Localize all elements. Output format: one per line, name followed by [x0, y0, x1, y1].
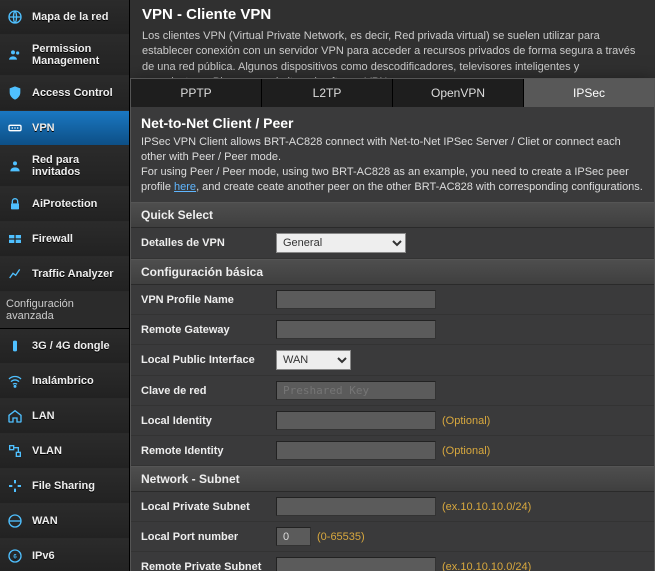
- home-icon: [6, 407, 24, 425]
- tab-ipsec[interactable]: IPSec: [524, 79, 654, 107]
- select-vpn-details[interactable]: General: [276, 233, 406, 253]
- label-local-port: Local Port number: [141, 531, 276, 543]
- user-group-icon: [6, 46, 24, 64]
- label-vpn-details: Detalles de VPN: [141, 237, 276, 249]
- here-link[interactable]: here: [174, 181, 196, 193]
- shield-check-icon: [6, 84, 24, 102]
- input-remote-gateway[interactable]: [276, 320, 436, 339]
- sidebar-item-traffic-analyzer[interactable]: Traffic Analyzer: [0, 257, 129, 292]
- ipsec-config-panel: PPTP L2TP OpenVPN IPSec Net-to-Net Clien…: [130, 78, 655, 571]
- sidebar-item-label: Traffic Analyzer: [32, 268, 114, 280]
- sidebar-item-permission[interactable]: Permission Management: [0, 35, 129, 76]
- input-remote-private-subnet[interactable]: [276, 557, 436, 571]
- firewall-icon: [6, 230, 24, 248]
- panel-heading: Net-to-Net Client / Peer: [131, 107, 654, 133]
- sidebar-item-wan[interactable]: WAN: [0, 504, 129, 539]
- sidebar-item-lan[interactable]: LAN: [0, 399, 129, 434]
- ipv6-icon: 6: [6, 547, 24, 565]
- panel-text: IPSec VPN Client allows BRT-AC828 connec…: [131, 133, 654, 202]
- sidebar-item-label: Firewall: [32, 233, 73, 245]
- sidebar-item-label: IPv6: [32, 550, 55, 562]
- label-profile-name: VPN Profile Name: [141, 294, 276, 306]
- subhead-basic: Configuración básica: [131, 259, 654, 285]
- input-profile-name[interactable]: [276, 290, 436, 309]
- tab-openvpn[interactable]: OpenVPN: [393, 79, 524, 107]
- analytics-icon: [6, 265, 24, 283]
- lock-icon: [6, 195, 24, 213]
- hint-optional: (Optional): [442, 445, 490, 457]
- label-local-identity: Local Identity: [141, 415, 276, 427]
- sidebar-item-vpn[interactable]: VPN: [0, 111, 129, 146]
- subhead-network-subnet: Network - Subnet: [131, 466, 654, 492]
- globe-icon: [6, 8, 24, 26]
- sidebar-section-advanced: Configuración avanzada: [0, 292, 129, 329]
- label-remote-identity: Remote Identity: [141, 445, 276, 457]
- sidebar-item-label: VLAN: [32, 445, 62, 457]
- sidebar-item-wireless[interactable]: Inalámbrico: [0, 364, 129, 399]
- vlan-icon: [6, 442, 24, 460]
- sidebar-item-3g4g[interactable]: 3G / 4G dongle: [0, 329, 129, 364]
- sidebar-item-label: Permission Management: [32, 43, 123, 67]
- sidebar-item-label: Red para invitados: [32, 154, 123, 178]
- sidebar-item-ipv6[interactable]: 6 IPv6: [0, 539, 129, 571]
- sidebar-item-label: Inalámbrico: [32, 375, 94, 387]
- svg-text:6: 6: [13, 555, 17, 561]
- sidebar-item-label: VPN: [32, 122, 55, 134]
- sidebar-item-firewall[interactable]: Firewall: [0, 222, 129, 257]
- hint-port-range: (0-65535): [317, 531, 365, 543]
- dongle-icon: [6, 337, 24, 355]
- sidebar-item-aiprotection[interactable]: AiProtection: [0, 187, 129, 222]
- vpn-type-tabs: PPTP L2TP OpenVPN IPSec: [131, 79, 654, 107]
- input-local-identity[interactable]: [276, 411, 436, 430]
- sidebar-item-label: Mapa de la red: [32, 11, 108, 23]
- sidebar-item-label: 3G / 4G dongle: [32, 340, 110, 352]
- vpn-icon: [6, 119, 24, 137]
- page-title: VPN - Cliente VPN: [130, 0, 655, 25]
- users-icon: [6, 157, 24, 175]
- sidebar-item-access-control[interactable]: Access Control: [0, 76, 129, 111]
- wifi-icon: [6, 372, 24, 390]
- globe-icon: [6, 512, 24, 530]
- sidebar-item-filesharing[interactable]: File Sharing: [0, 469, 129, 504]
- hint-subnet-example: (ex.10.10.10.0/24): [442, 501, 531, 513]
- sidebar-item-label: File Sharing: [32, 480, 95, 492]
- label-local-public-interface: Local Public Interface: [141, 354, 276, 366]
- tab-l2tp[interactable]: L2TP: [262, 79, 393, 107]
- label-local-private-subnet: Local Private Subnet: [141, 501, 276, 513]
- select-local-public-interface[interactable]: WAN: [276, 350, 351, 370]
- label-remote-gateway: Remote Gateway: [141, 324, 276, 336]
- hint-optional: (Optional): [442, 415, 490, 427]
- sidebar-item-label: AiProtection: [32, 198, 97, 210]
- sidebar-item-label: LAN: [32, 410, 55, 422]
- input-remote-identity[interactable]: [276, 441, 436, 460]
- puzzle-icon: [6, 477, 24, 495]
- subhead-quick-select: Quick Select: [131, 202, 654, 228]
- label-preshared-key: Clave de red: [141, 385, 276, 397]
- sidebar-item-network-map[interactable]: Mapa de la red: [0, 0, 129, 35]
- sidebar-item-label: Access Control: [32, 87, 113, 99]
- sidebar-item-label: WAN: [32, 515, 58, 527]
- input-preshared-key[interactable]: [276, 381, 436, 400]
- sidebar-item-guest-network[interactable]: Red para invitados: [0, 146, 129, 187]
- label-remote-private-subnet: Remote Private Subnet: [141, 561, 276, 571]
- sidebar-item-vlan[interactable]: VLAN: [0, 434, 129, 469]
- hint-subnet-example: (ex.10.10.10.0/24): [442, 561, 531, 571]
- sidebar: Mapa de la red Permission Management Acc…: [0, 0, 130, 571]
- main-content: VPN - Cliente VPN Los clientes VPN (Virt…: [130, 0, 655, 571]
- input-local-port[interactable]: [276, 527, 311, 546]
- input-local-private-subnet[interactable]: [276, 497, 436, 516]
- tab-pptp[interactable]: PPTP: [131, 79, 262, 107]
